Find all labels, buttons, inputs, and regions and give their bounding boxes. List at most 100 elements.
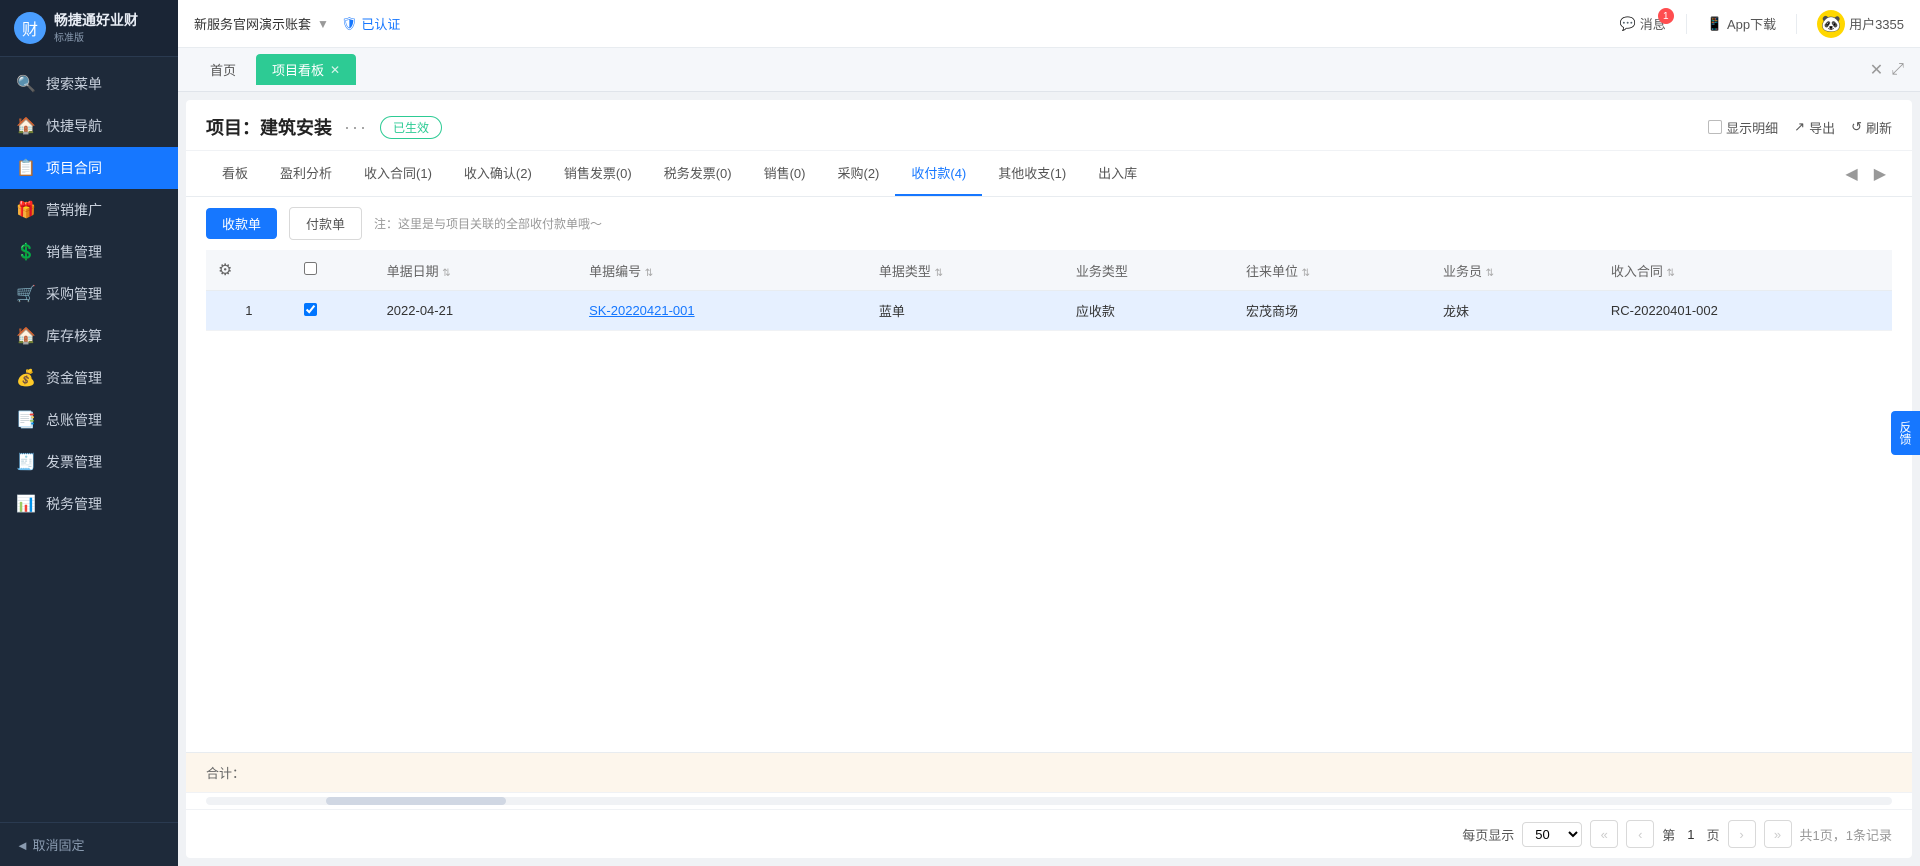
sub-tabs: 看板 盈利分析 收入合同(1) 收入确认(2) 销售发票(0) 税务发票(0) … <box>186 151 1912 197</box>
avatar: 🐼 <box>1817 10 1845 38</box>
row-income-contract: RC-20220401-002 <box>1599 291 1892 331</box>
row-date: 2022-04-21 <box>375 291 578 331</box>
col-partner[interactable]: 往来单位 ⇅ <box>1234 250 1431 291</box>
maximize-window-icon[interactable]: ⤢ <box>1891 61 1904 79</box>
refresh-button[interactable]: ↺ 刷新 <box>1851 118 1892 137</box>
sub-tab-next-icon[interactable]: ▶ <box>1868 160 1892 188</box>
col-salesman[interactable]: 业务员 ⇅ <box>1431 250 1599 291</box>
col-number[interactable]: 单据编号 ⇅ <box>577 250 867 291</box>
receipt-filter-button[interactable]: 收款单 <box>206 208 277 239</box>
page-title: 项目：建筑安装 <box>206 114 332 140</box>
sort-type-icon: ⇅ <box>935 268 943 279</box>
sidebar: 财 畅捷通好业财 标准版 🔍 搜索菜单 🏠 快捷导航 📋 项目合同 🎁 营销推广… <box>0 0 178 866</box>
sub-tab-tax-invoice[interactable]: 税务发票(0) <box>648 151 748 196</box>
sub-tab-other-income[interactable]: 其他收支(1) <box>982 151 1082 196</box>
ledger-icon: 📑 <box>16 410 36 430</box>
search-icon: 🔍 <box>16 74 36 94</box>
export-button[interactable]: ↗ 导出 <box>1794 118 1835 137</box>
select-all-checkbox[interactable] <box>304 262 317 275</box>
sidebar-item-finance[interactable]: 💰 资金管理 <box>0 357 178 399</box>
tab-close-icon[interactable]: ✕ <box>330 63 340 77</box>
sub-tab-sales[interactable]: 销售(0) <box>748 151 822 196</box>
sidebar-item-marketing[interactable]: 🎁 营销推广 <box>0 189 178 231</box>
topbar-divider <box>1686 14 1687 34</box>
table-wrap: ⚙ 单据日期 ⇅ 单据编号 ⇅ 单据类型 ⇅ 业务类型 往来单位 ⇅ 业务员 ⇅… <box>186 250 1912 752</box>
col-type[interactable]: 单据类型 ⇅ <box>867 250 1064 291</box>
sidebar-item-inventory[interactable]: 🏠 库存核算 <box>0 315 178 357</box>
last-page-button[interactable]: » <box>1764 820 1792 848</box>
sidebar-item-shortcut[interactable]: 🏠 快捷导航 <box>0 105 178 147</box>
topbar: 新服务官网演示账套 ▼ 🛡 已认证 💬 消息 1 📱 App下载 🐼 用户335… <box>178 0 1920 48</box>
scroll-track[interactable] <box>206 797 1892 805</box>
sub-tab-income-contract[interactable]: 收入合同(1) <box>348 151 448 196</box>
row-biz-type: 应收款 <box>1064 291 1234 331</box>
inventory-icon: 🏠 <box>16 326 36 346</box>
close-window-icon[interactable]: ✕ <box>1870 60 1883 80</box>
pagination: 每页显示 50 100 200 « ‹ 第 1 页 › » 共1页，1条记录 <box>186 809 1912 858</box>
feedback-button[interactable]: 反馈 <box>1891 411 1920 455</box>
export-icon: ↗ <box>1794 119 1805 135</box>
sales-icon: 💲 <box>16 242 36 262</box>
refresh-icon: ↺ <box>1851 119 1862 135</box>
tab-home[interactable]: 首页 <box>194 54 252 85</box>
main-area: 新服务官网演示账套 ▼ 🛡 已认证 💬 消息 1 📱 App下载 🐼 用户335… <box>178 0 1920 866</box>
show-detail-toggle[interactable]: 显示明细 <box>1708 118 1778 137</box>
page-header-actions: 显示明细 ↗ 导出 ↺ 刷新 <box>1708 118 1892 137</box>
scroll-thumb[interactable] <box>326 797 506 805</box>
sidebar-unpin-button[interactable]: ◄ 取消固定 <box>0 822 178 866</box>
sub-tab-stock[interactable]: 出入库 <box>1082 151 1153 196</box>
finance-icon: 💰 <box>16 368 36 388</box>
summary-row: 合计： <box>186 752 1912 792</box>
current-page: 1 <box>1687 827 1694 842</box>
sidebar-item-ledger[interactable]: 📑 总账管理 <box>0 399 178 441</box>
sidebar-item-purchase[interactable]: 🛒 采购管理 <box>0 273 178 315</box>
settings-icon[interactable]: ⚙ <box>218 262 232 279</box>
sub-tab-sales-invoice[interactable]: 销售发票(0) <box>548 151 648 196</box>
table-row[interactable]: 1 2022-04-21 SK-20220421-001 蓝单 应收款 宏茂商场… <box>206 291 1892 331</box>
sidebar-item-sales[interactable]: 💲 销售管理 <box>0 231 178 273</box>
detail-checkbox[interactable] <box>1708 120 1722 134</box>
col-checkbox[interactable] <box>292 250 375 291</box>
topbar-divider2 <box>1796 14 1797 34</box>
sidebar-item-search[interactable]: 🔍 搜索菜单 <box>0 63 178 105</box>
prev-page-button[interactable]: ‹ <box>1626 820 1654 848</box>
message-icon: 💬 <box>1620 16 1636 32</box>
sub-tab-receipt[interactable]: 收付款(4) <box>895 151 982 196</box>
row-checkbox[interactable] <box>292 291 375 331</box>
row-partner: 宏茂商场 <box>1234 291 1431 331</box>
filter-note: 注：这里是与项目关联的全部收付款单哦～ <box>374 215 602 232</box>
page-size-label: 每页显示 <box>1462 825 1514 844</box>
topbar-actions: 💬 消息 1 📱 App下载 🐼 用户3355 <box>1620 10 1904 38</box>
app-download-button[interactable]: 📱 App下载 <box>1707 14 1776 33</box>
sub-tab-board[interactable]: 看板 <box>206 151 264 196</box>
sidebar-item-invoice[interactable]: 🧾 发票管理 <box>0 441 178 483</box>
user-menu[interactable]: 🐼 用户3355 <box>1817 10 1904 38</box>
sub-tab-profit[interactable]: 盈利分析 <box>264 151 348 196</box>
project-selector[interactable]: 新服务官网演示账套 ▼ <box>194 14 329 33</box>
scroll-bar-area <box>186 792 1912 809</box>
col-income-contract[interactable]: 收入合同 ⇅ <box>1599 250 1892 291</box>
messages-button[interactable]: 💬 消息 1 <box>1620 14 1666 33</box>
next-page-button[interactable]: › <box>1728 820 1756 848</box>
row-number[interactable]: SK-20220421-001 <box>577 291 867 331</box>
more-options-button[interactable]: ··· <box>344 117 368 138</box>
content-area: 项目：建筑安装 ··· 已生效 显示明细 ↗ 导出 ↺ 刷新 <box>186 100 1912 858</box>
sidebar-item-project-contract[interactable]: 📋 项目合同 <box>0 147 178 189</box>
project-chevron-icon: ▼ <box>317 17 329 31</box>
col-date[interactable]: 单据日期 ⇅ <box>375 250 578 291</box>
row-type: 蓝单 <box>867 291 1064 331</box>
payment-filter-button[interactable]: 付款单 <box>289 207 362 240</box>
sidebar-item-tax[interactable]: 📊 税务管理 <box>0 483 178 525</box>
sidebar-logo: 财 畅捷通好业财 标准版 <box>0 0 178 57</box>
sub-tab-prev-icon[interactable]: ◀ <box>1839 160 1863 188</box>
status-badge: 已生效 <box>380 116 442 139</box>
invoice-icon: 🧾 <box>16 452 36 472</box>
sub-tab-purchase[interactable]: 采购(2) <box>821 151 895 196</box>
page-header: 项目：建筑安装 ··· 已生效 显示明细 ↗ 导出 ↺ 刷新 <box>186 100 1912 151</box>
tab-project-board[interactable]: 项目看板 ✕ <box>256 54 356 85</box>
data-table: ⚙ 单据日期 ⇅ 单据编号 ⇅ 单据类型 ⇅ 业务类型 往来单位 ⇅ 业务员 ⇅… <box>206 250 1892 331</box>
page-size-select[interactable]: 50 100 200 <box>1522 822 1582 847</box>
sub-tab-income-confirm[interactable]: 收入确认(2) <box>448 151 548 196</box>
col-settings[interactable]: ⚙ <box>206 250 292 291</box>
first-page-button[interactable]: « <box>1590 820 1618 848</box>
